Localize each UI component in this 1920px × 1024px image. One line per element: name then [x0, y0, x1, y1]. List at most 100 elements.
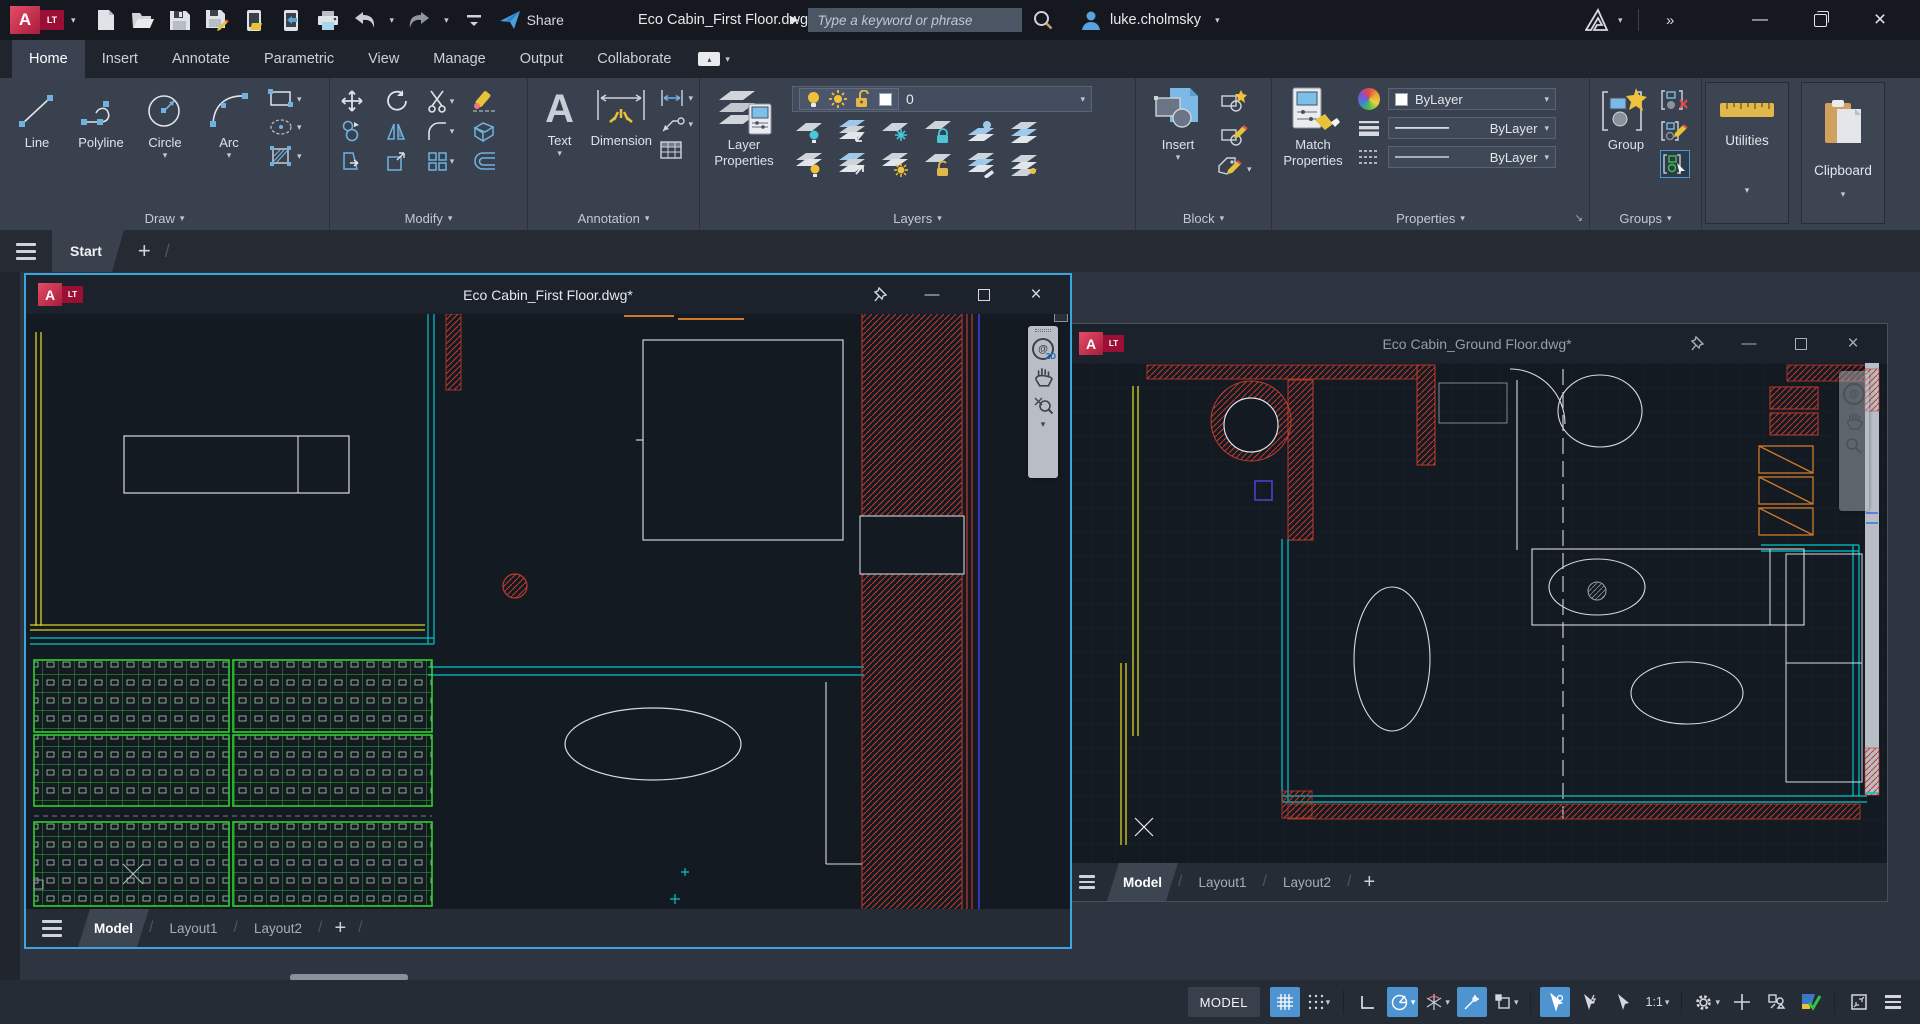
explode-button[interactable] [471, 119, 497, 143]
ground-tab-layout2[interactable]: Layout2 [1267, 863, 1347, 901]
panel-modify-label[interactable]: Modify▾ [330, 211, 527, 226]
linetype-icon[interactable] [1358, 149, 1380, 165]
layer-isolate-button[interactable] [837, 119, 867, 145]
navbar2-steering-wheel-icon[interactable]: @ [1843, 383, 1865, 405]
layer-freeze-button[interactable] [880, 119, 910, 145]
ellipse-button[interactable]: ▾ [268, 116, 302, 138]
scale-button[interactable] [384, 149, 408, 173]
window-first-maximize-button[interactable] [958, 275, 1010, 314]
window-ground-navigation-bar[interactable]: @ [1839, 371, 1869, 511]
rotate-button[interactable] [384, 89, 408, 113]
layer-make-current-button[interactable] [966, 119, 996, 145]
window-first-navigation-bar[interactable]: @2D ▾ [1028, 326, 1058, 478]
linetype-dropdown[interactable]: ByLayer ▾ [1388, 146, 1556, 168]
offset-button[interactable] [471, 150, 497, 172]
redo-icon[interactable] [407, 8, 431, 32]
new-file-icon[interactable] [94, 8, 118, 32]
username[interactable]: luke.cholmsky [1110, 12, 1201, 28]
arc-chevron-icon[interactable]: ▾ [227, 151, 232, 160]
line-button[interactable]: Line [6, 86, 68, 168]
table-button[interactable] [659, 140, 693, 160]
navbar2-pan-icon[interactable] [1845, 411, 1863, 431]
panel-layers-label[interactable]: Layers▾ [700, 211, 1135, 226]
layer-dropdown[interactable]: 0 ▾ [792, 86, 1092, 112]
leader-button[interactable]: ▾ [659, 114, 693, 134]
window-ground-content[interactable]: @ [1067, 363, 1887, 863]
layer-dropdown-chevron-icon[interactable]: ▾ [1080, 95, 1085, 104]
window-first-tab-menu-icon[interactable] [26, 909, 78, 947]
ortho-toggle[interactable] [1353, 987, 1383, 1017]
window-first-corner-grip[interactable] [1054, 314, 1068, 322]
ribbon-tab-view[interactable]: View [351, 40, 416, 78]
layer-color-swatch[interactable] [879, 93, 892, 106]
window-ground-tab-menu-icon[interactable] [1067, 863, 1107, 901]
window-ground-pin-icon[interactable] [1671, 324, 1723, 363]
annotation-scale-button[interactable]: 1:1▾ [1642, 987, 1672, 1017]
redo-chevron-icon[interactable]: ▾ [444, 16, 449, 25]
restore-button[interactable] [1790, 0, 1850, 40]
layer-unlock-button[interactable] [923, 152, 953, 178]
text-chevron-icon[interactable]: ▾ [557, 149, 562, 158]
dimension-button[interactable]: Dimension [587, 86, 655, 160]
qat-customize-icon[interactable] [462, 8, 486, 32]
first-tab-model[interactable]: Model [78, 909, 149, 947]
panel-groups-label[interactable]: Groups▾ [1590, 211, 1701, 226]
workspace-settings-gear[interactable]: ▾ [1691, 987, 1723, 1017]
user-avatar-icon[interactable] [1080, 9, 1102, 31]
leader-chevron-icon[interactable]: ▾ [688, 120, 693, 129]
hatch-button[interactable]: ▾ [268, 144, 302, 168]
ribbon-tab-home[interactable]: Home [12, 40, 85, 78]
annotation-visibility-toggle[interactable] [1574, 987, 1604, 1017]
first-tab-layout2[interactable]: Layout2 [238, 909, 318, 947]
ribbon-tab-collaborate[interactable]: Collaborate [580, 40, 688, 78]
ribbon-tab-output[interactable]: Output [503, 40, 581, 78]
navbar1-chevron-icon[interactable]: ▾ [1041, 420, 1046, 429]
linear-dimension-button[interactable]: ▾ [659, 88, 693, 108]
text-button[interactable]: A Text ▾ [534, 86, 585, 160]
isolate-objects-button[interactable] [1761, 987, 1791, 1017]
panel-properties-label[interactable]: Properties▾↘ [1272, 211, 1589, 226]
stretch-button[interactable] [340, 149, 364, 173]
annotation-autoscale-toggle[interactable] [1608, 987, 1638, 1017]
window-ground-maximize-button[interactable] [1775, 324, 1827, 363]
layer-off-button[interactable] [794, 119, 824, 145]
close-button[interactable]: × [1850, 0, 1910, 40]
model-canvas-ground[interactable] [1067, 363, 1887, 863]
group-button[interactable]: Group [1598, 86, 1654, 178]
layer-thaw-button[interactable] [880, 152, 910, 178]
ungroup-button[interactable] [1660, 88, 1690, 112]
autodesk-menu-chevron-icon[interactable]: ▾ [1618, 16, 1623, 25]
snap-mode-toggle[interactable]: ▾ [1304, 987, 1334, 1017]
layer-on-bulb-icon[interactable] [806, 91, 821, 108]
window-ground-titlebar[interactable]: A LT Eco Cabin_Ground Floor.dwg* — × [1067, 324, 1887, 363]
lineweight-icon[interactable] [1358, 120, 1380, 136]
navbar1-zoom-icon[interactable] [1033, 394, 1053, 414]
layer-on-button[interactable] [794, 152, 824, 178]
window-ground-floor[interactable]: A LT Eco Cabin_Ground Floor.dwg* — × [1066, 323, 1888, 902]
navbar1-pan-icon[interactable] [1033, 366, 1053, 388]
erase-button[interactable] [471, 89, 497, 113]
ribbon-tab-parametric[interactable]: Parametric [247, 40, 351, 78]
save-as-icon[interactable] [205, 8, 229, 32]
navbar1-grip[interactable] [1035, 329, 1051, 332]
group-selection-toggle[interactable] [1660, 150, 1690, 178]
window-first-floor[interactable]: A LT Eco Cabin_First Floor.dwg* — × [24, 273, 1072, 949]
navbar2-zoom-icon[interactable] [1845, 437, 1863, 455]
layer-merge-button[interactable] [1009, 152, 1039, 178]
file-tab-start[interactable]: Start [52, 230, 124, 272]
window-first-pin-icon[interactable] [854, 275, 906, 314]
copy-button[interactable] [340, 119, 364, 143]
polar-tracking-toggle[interactable]: ▾ [1387, 987, 1419, 1017]
utilities-chevron-icon[interactable]: ▾ [1745, 186, 1750, 195]
navbar1-steering-wheel-icon[interactable]: @2D [1032, 338, 1054, 360]
selection-cycling-toggle[interactable] [1540, 987, 1570, 1017]
panel-draw-label[interactable]: Draw▾ [0, 211, 329, 226]
object-snap-tracking-toggle[interactable] [1457, 987, 1487, 1017]
statusbar-customization-menu[interactable] [1878, 987, 1908, 1017]
open-from-web-mobile-icon[interactable] [242, 8, 266, 32]
window-first-minimize-button[interactable]: — [906, 275, 958, 314]
create-block-button[interactable] [1216, 88, 1252, 114]
move-button[interactable] [340, 89, 364, 113]
window-ground-close-button[interactable]: × [1827, 324, 1879, 363]
object-snap-toggle[interactable]: ▾ [1491, 987, 1522, 1017]
